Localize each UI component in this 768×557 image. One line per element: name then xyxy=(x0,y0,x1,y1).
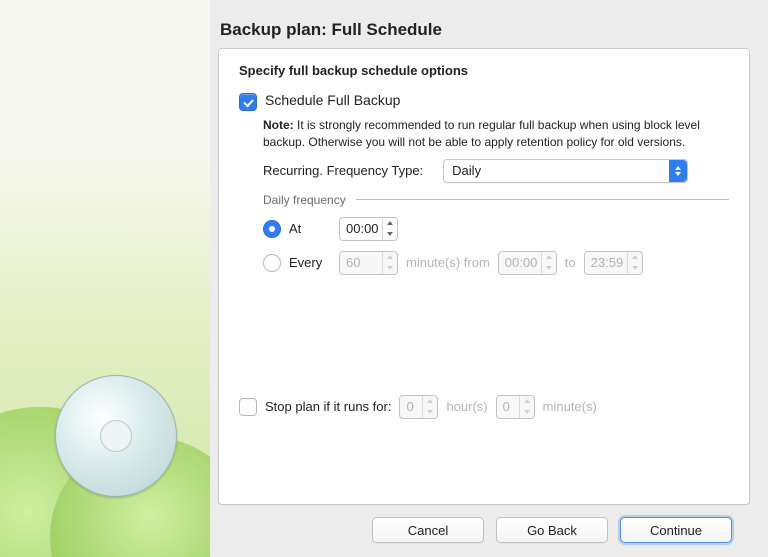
schedule-details: Note: It is strongly recommended to run … xyxy=(263,117,729,419)
stop-plan-label: Stop plan if it runs for: xyxy=(265,399,391,414)
wizard-window: Backup plan: Full Schedule Specify full … xyxy=(0,0,768,557)
every-radio[interactable] xyxy=(263,254,281,272)
go-back-button[interactable]: Go Back xyxy=(496,517,608,543)
every-value: 60 xyxy=(346,255,382,270)
stepper-down-icon[interactable] xyxy=(520,407,534,418)
stepper-down-icon[interactable] xyxy=(423,407,437,418)
every-label: Every xyxy=(289,255,339,270)
options-panel: Specify full backup schedule options Sch… xyxy=(218,48,750,505)
stop-hours-stepper[interactable] xyxy=(422,396,437,418)
stepper-up-icon[interactable] xyxy=(423,396,437,407)
stepper-down-icon[interactable] xyxy=(542,263,556,274)
stop-minutes-unit: minute(s) xyxy=(543,399,597,414)
every-to-field[interactable]: 23:59 xyxy=(584,251,643,275)
at-radio[interactable] xyxy=(263,220,281,238)
at-option-row: At 00:00 xyxy=(263,217,729,241)
stop-minutes-field[interactable]: 0 xyxy=(496,395,535,419)
every-to-stepper[interactable] xyxy=(627,252,642,274)
at-time-value: 00:00 xyxy=(346,221,382,236)
window-body: Backup plan: Full Schedule Specify full … xyxy=(0,0,768,557)
select-arrows-icon xyxy=(669,160,687,182)
schedule-full-backup-label: Schedule Full Backup xyxy=(265,92,400,108)
schedule-full-backup-checkbox[interactable] xyxy=(239,93,257,111)
panel-intro: Specify full backup schedule options xyxy=(239,63,729,78)
stepper-up-icon[interactable] xyxy=(383,252,397,263)
stop-minutes-stepper[interactable] xyxy=(519,396,534,418)
stepper-down-icon[interactable] xyxy=(628,263,642,274)
page-title: Backup plan: Full Schedule xyxy=(220,20,750,40)
daily-frequency-label: Daily frequency xyxy=(263,193,346,207)
stop-hours-unit: hour(s) xyxy=(446,399,487,414)
every-unit-label: minute(s) from xyxy=(406,255,490,270)
stepper-up-icon[interactable] xyxy=(383,218,397,229)
sidebar-illustration xyxy=(0,0,210,557)
at-time-field[interactable]: 00:00 xyxy=(339,217,398,241)
cancel-button[interactable]: Cancel xyxy=(372,517,484,543)
note-text: It is strongly recommended to run regula… xyxy=(263,118,700,149)
stop-hours-value: 0 xyxy=(406,399,422,414)
every-to-label: to xyxy=(565,255,576,270)
frequency-row: Recurring. Frequency Type: Daily xyxy=(263,159,729,183)
schedule-note: Note: It is strongly recommended to run … xyxy=(263,117,729,151)
note-prefix: Note: xyxy=(263,118,294,132)
every-value-field[interactable]: 60 xyxy=(339,251,398,275)
every-from-value: 00:00 xyxy=(505,255,541,270)
stop-plan-checkbox[interactable] xyxy=(239,398,257,416)
divider xyxy=(356,199,729,200)
stepper-down-icon[interactable] xyxy=(383,229,397,240)
continue-button[interactable]: Continue xyxy=(620,517,732,543)
at-time-stepper[interactable] xyxy=(382,218,397,240)
stop-hours-field[interactable]: 0 xyxy=(399,395,438,419)
every-from-stepper[interactable] xyxy=(541,252,556,274)
footer-buttons: Cancel Go Back Continue xyxy=(218,505,750,557)
frequency-select[interactable]: Daily xyxy=(443,159,688,183)
disc-icon xyxy=(55,375,177,497)
stepper-down-icon[interactable] xyxy=(383,263,397,274)
stop-minutes-value: 0 xyxy=(503,399,519,414)
daily-frequency-section: Daily frequency xyxy=(263,193,729,207)
frequency-selected: Daily xyxy=(452,163,481,178)
every-value-stepper[interactable] xyxy=(382,252,397,274)
frequency-label: Recurring. Frequency Type: xyxy=(263,163,423,178)
main-content: Backup plan: Full Schedule Specify full … xyxy=(210,0,768,557)
stepper-up-icon[interactable] xyxy=(628,252,642,263)
schedule-checkbox-row: Schedule Full Backup xyxy=(239,92,729,111)
stepper-up-icon[interactable] xyxy=(520,396,534,407)
every-from-field[interactable]: 00:00 xyxy=(498,251,557,275)
every-to-value: 23:59 xyxy=(591,255,627,270)
at-label: At xyxy=(289,221,339,236)
stepper-up-icon[interactable] xyxy=(542,252,556,263)
stop-plan-row: Stop plan if it runs for: 0 hour(s) 0 xyxy=(239,395,729,419)
every-option-row: Every 60 minute(s) from 00:00 xyxy=(263,251,729,275)
